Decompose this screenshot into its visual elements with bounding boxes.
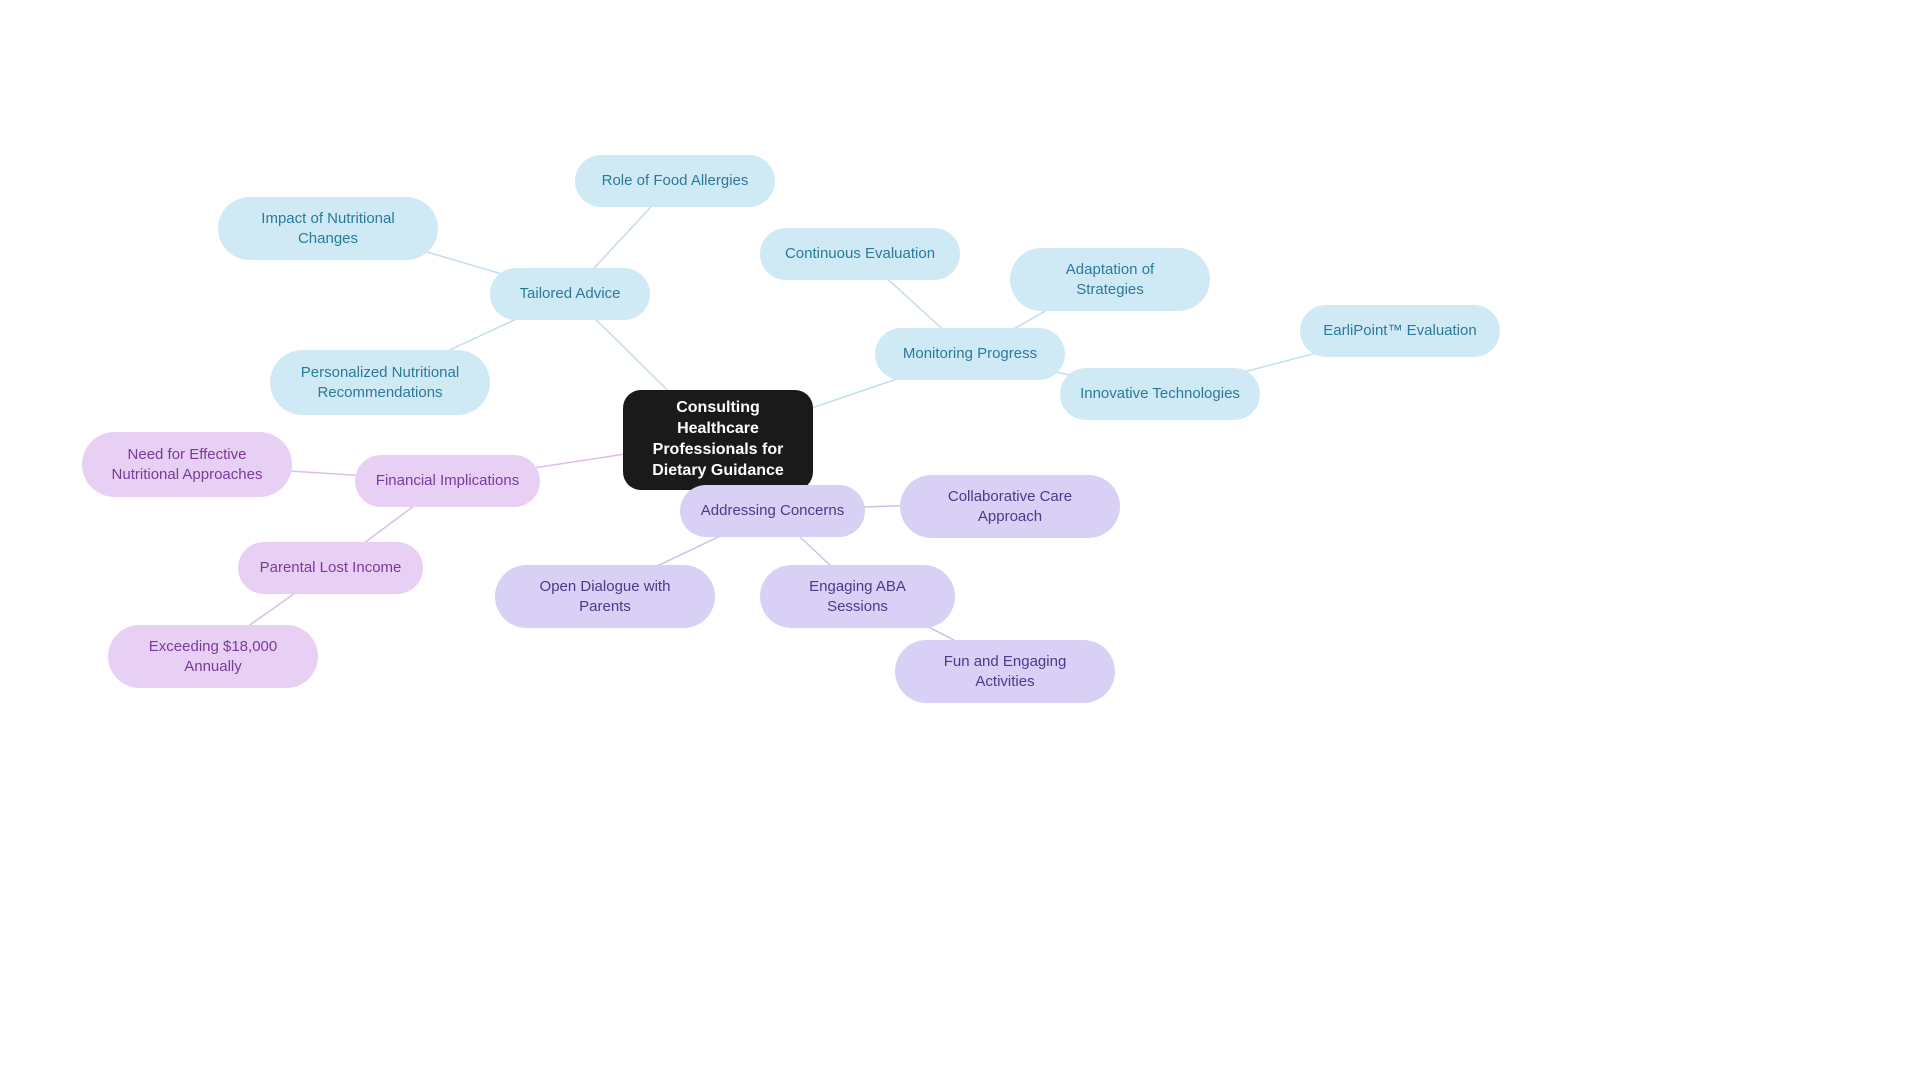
financial-implications-node: Financial Implications bbox=[355, 455, 540, 507]
mindmap-container: Consulting Healthcare Professionals for … bbox=[0, 0, 1920, 1083]
need-nutritional-node: Need for Effective Nutritional Approache… bbox=[82, 432, 292, 497]
center-node: Consulting Healthcare Professionals for … bbox=[623, 390, 813, 490]
fun-activities-node: Fun and Engaging Activities bbox=[895, 640, 1115, 703]
parental-lost-income-node: Parental Lost Income bbox=[238, 542, 423, 594]
personalized-nutrition-node: Personalized Nutritional Recommendations bbox=[270, 350, 490, 415]
engaging-aba-node: Engaging ABA Sessions bbox=[760, 565, 955, 628]
exceeding-18000-node: Exceeding $18,000 Annually bbox=[108, 625, 318, 688]
open-dialogue-node: Open Dialogue with Parents bbox=[495, 565, 715, 628]
addressing-concerns-node: Addressing Concerns bbox=[680, 485, 865, 537]
role-food-allergies-node: Role of Food Allergies bbox=[575, 155, 775, 207]
tailored-advice-node: Tailored Advice bbox=[490, 268, 650, 320]
monitoring-progress-node: Monitoring Progress bbox=[875, 328, 1065, 380]
earlipoint-eval-node: EarliPoint™ Evaluation bbox=[1300, 305, 1500, 357]
innovative-tech-node: Innovative Technologies bbox=[1060, 368, 1260, 420]
continuous-eval-node: Continuous Evaluation bbox=[760, 228, 960, 280]
adaptation-strategies-node: Adaptation of Strategies bbox=[1010, 248, 1210, 311]
collaborative-care-node: Collaborative Care Approach bbox=[900, 475, 1120, 538]
impact-nutritional-node: Impact of Nutritional Changes bbox=[218, 197, 438, 260]
